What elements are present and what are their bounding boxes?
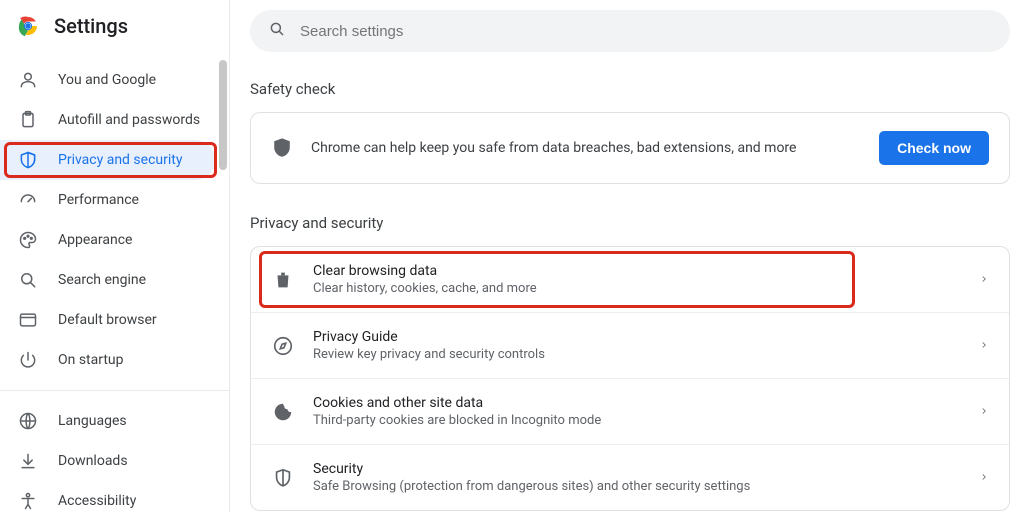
chevron-right-icon: [979, 470, 989, 486]
sidebar-item-label: You and Google: [58, 72, 156, 88]
chrome-logo-icon: [16, 14, 40, 38]
accessibility-icon: [18, 491, 38, 511]
shield-outline-icon: [271, 466, 295, 490]
search-bar[interactable]: [250, 10, 1010, 52]
row-title: Privacy Guide: [313, 329, 961, 345]
chevron-right-icon: [979, 404, 989, 420]
safety-check-message: Chrome can help keep you safe from data …: [311, 140, 861, 156]
row-subtitle: Safe Browsing (protection from dangerous…: [313, 479, 961, 494]
sidebar-nav: You and Google Autofill and passwords Pr…: [0, 56, 229, 525]
sidebar-item-label: Search engine: [58, 272, 146, 288]
row-subtitle: Third-party cookies are blocked in Incog…: [313, 413, 961, 428]
sidebar-item-on-startup[interactable]: On startup: [0, 340, 215, 380]
trash-icon: [271, 268, 295, 292]
compass-icon: [271, 334, 295, 358]
privacy-security-card: Clear browsing data Clear history, cooki…: [250, 246, 1010, 511]
safety-check-heading: Safety check: [250, 80, 1010, 98]
row-cookies[interactable]: Cookies and other site data Third-party …: [251, 378, 1009, 444]
person-icon: [18, 70, 38, 90]
search-icon: [268, 20, 286, 42]
row-title: Clear browsing data: [313, 263, 961, 279]
row-title: Security: [313, 461, 961, 477]
sidebar-item-languages[interactable]: Languages: [0, 401, 215, 441]
sidebar-item-accessibility[interactable]: Accessibility: [0, 481, 215, 521]
sidebar: Settings You and Google Autofill and pas…: [0, 0, 230, 512]
cookie-icon: [271, 400, 295, 424]
browser-icon: [18, 310, 38, 330]
nav-divider: [0, 390, 229, 391]
chevron-right-icon: [979, 272, 989, 288]
sidebar-item-performance[interactable]: Performance: [0, 180, 215, 220]
row-title: Cookies and other site data: [313, 395, 961, 411]
page-title: Settings: [54, 14, 128, 38]
main-content: Safety check Chrome can help keep you sa…: [230, 0, 1024, 512]
download-icon: [18, 451, 38, 471]
row-subtitle: Review key privacy and security controls: [313, 347, 961, 362]
sidebar-item-label: Downloads: [58, 453, 128, 469]
privacy-security-heading: Privacy and security: [250, 214, 1010, 232]
shield-check-icon: [271, 137, 293, 159]
sidebar-item-you-and-google[interactable]: You and Google: [0, 60, 215, 100]
power-icon: [18, 350, 38, 370]
shield-icon: [18, 150, 38, 170]
sidebar-item-label: Accessibility: [58, 493, 136, 509]
safety-check-card: Chrome can help keep you safe from data …: [250, 112, 1010, 184]
sidebar-item-downloads[interactable]: Downloads: [0, 441, 215, 481]
palette-icon: [18, 230, 38, 250]
sidebar-item-label: Appearance: [58, 232, 132, 248]
sidebar-item-search-engine[interactable]: Search engine: [0, 260, 215, 300]
search-icon: [18, 270, 38, 290]
gauge-icon: [18, 190, 38, 210]
sidebar-item-privacy-security[interactable]: Privacy and security: [0, 140, 215, 180]
search-input[interactable]: [300, 23, 992, 40]
check-now-button[interactable]: Check now: [879, 131, 989, 165]
sidebar-item-label: Privacy and security: [58, 152, 182, 168]
sidebar-item-default-browser[interactable]: Default browser: [0, 300, 215, 340]
globe-icon: [18, 411, 38, 431]
chevron-right-icon: [979, 338, 989, 354]
sidebar-item-label: Autofill and passwords: [58, 112, 200, 128]
row-clear-browsing-data[interactable]: Clear browsing data Clear history, cooki…: [251, 247, 1009, 312]
sidebar-item-label: On startup: [58, 352, 124, 368]
settings-app: Settings You and Google Autofill and pas…: [0, 0, 1024, 512]
row-privacy-guide[interactable]: Privacy Guide Review key privacy and sec…: [251, 312, 1009, 378]
sidebar-item-label: Default browser: [58, 312, 157, 328]
row-subtitle: Clear history, cookies, cache, and more: [313, 281, 961, 296]
clipboard-icon: [18, 110, 38, 130]
sidebar-scrollbar[interactable]: [219, 60, 227, 170]
sidebar-item-label: Performance: [58, 192, 139, 208]
row-security[interactable]: Security Safe Browsing (protection from …: [251, 444, 1009, 510]
sidebar-item-appearance[interactable]: Appearance: [0, 220, 215, 260]
sidebar-item-autofill[interactable]: Autofill and passwords: [0, 100, 215, 140]
sidebar-header: Settings: [0, 0, 229, 56]
sidebar-item-label: Languages: [58, 413, 127, 429]
